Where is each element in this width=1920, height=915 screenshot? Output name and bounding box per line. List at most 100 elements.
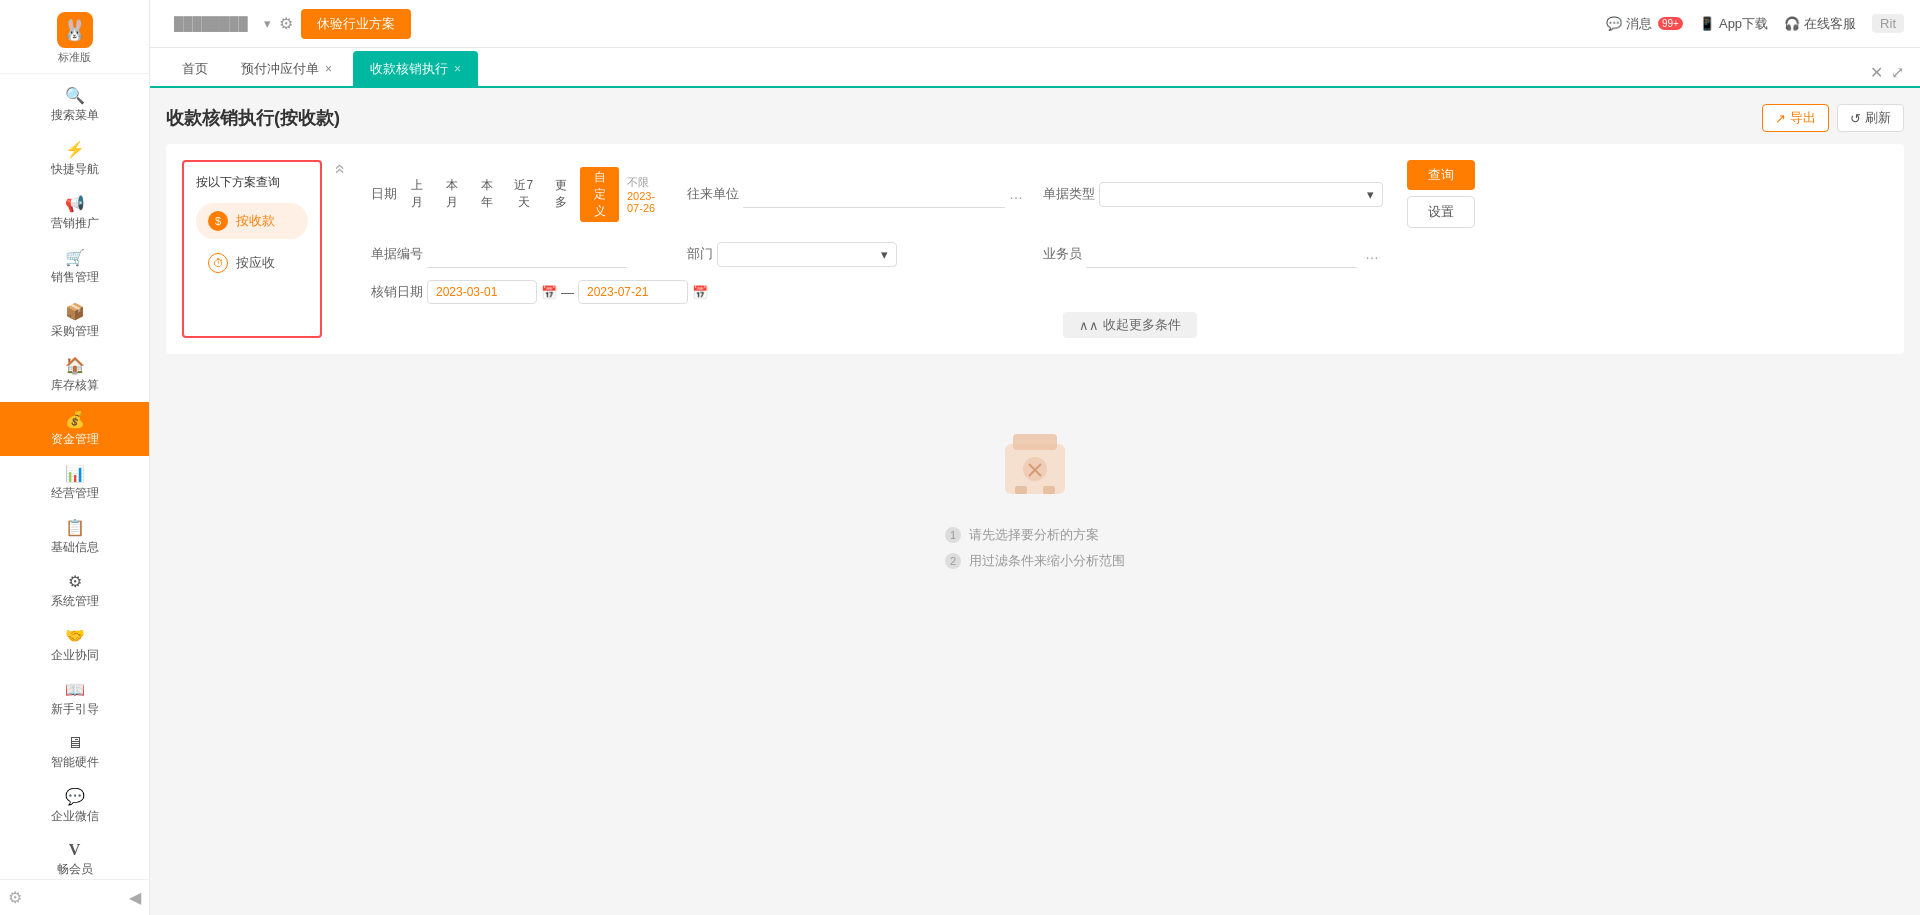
filter-collapse-button[interactable]: « [326,160,355,338]
date-btn-more[interactable]: 更多 [545,167,576,222]
sidebar-item-operations[interactable]: 📊 经营管理 [0,456,149,510]
date-shortcuts: 上月 本月 本年 近7天 更多 自定义 [401,167,619,222]
writeoff-date-label: 核销日期 [371,283,423,301]
empty-tip-2: 2 用过滤条件来缩小分析范围 [945,552,1125,570]
query-buttons: 查询 设置 [1407,160,1475,228]
user-menu[interactable]: Rit [1872,14,1904,33]
sidebar-logo: 🐰 标准版 [0,0,149,74]
tab-prepay-close-icon[interactable]: × [325,62,332,76]
collab-icon: 🤝 [65,626,85,645]
counterpart-input[interactable] [743,180,1005,208]
guide-icon: 📖 [65,680,85,699]
filter-option-by-receivable[interactable]: ⏱ 按应收 [196,245,308,281]
department-select[interactable]: ▾ [717,242,897,267]
sidebar-item-basics[interactable]: 📋 基础信息 [0,510,149,564]
sidebar-item-label: 智能硬件 [51,754,99,771]
sidebar-item-marketing[interactable]: 📢 营销推广 [0,186,149,240]
gear-icon[interactable]: ⚙ [279,14,293,33]
tab-writeoff[interactable]: 收款核销执行 × [353,51,478,86]
tab-home[interactable]: 首页 [166,52,224,86]
collapse-more-icon: ∧∧ [1079,318,1099,333]
sidebar-item-label: 系统管理 [51,593,99,610]
setting-button[interactable]: 设置 [1407,196,1475,228]
tip-text-1: 请先选择要分析的方案 [969,526,1099,544]
sidebar-item-system[interactable]: ⚙ 系统管理 [0,564,149,618]
export-button[interactable]: ↗ 导出 [1762,104,1829,132]
filter-option-by-receipt[interactable]: $ 按收款 [196,203,308,239]
logo-icon: 🐰 [57,12,93,48]
header-right: 💬 消息 99+ 📱 App下载 🎧 在线客服 Rit [1606,14,1904,33]
calendar-to-icon[interactable]: 📅 [692,285,708,300]
message-button[interactable]: 💬 消息 99+ [1606,15,1683,33]
sidebar-item-inventory[interactable]: 🏠 库存核算 [0,348,149,402]
staff-input[interactable] [1086,240,1357,268]
date-label: 日期 [371,185,397,203]
department-label: 部门 [687,245,713,263]
app-download-button[interactable]: 📱 App下载 [1699,15,1768,33]
collapse-more-row: ∧∧ 收起更多条件 [371,312,1888,338]
voucher-type-select[interactable]: ▾ [1099,182,1383,207]
tab-expand-icon[interactable]: ⤢ [1891,63,1904,82]
main-area: ████████ ▾ ⚙ 休验行业方案 💬 消息 99+ 📱 App下载 🎧 在… [150,0,1920,915]
date-btn-last-7days[interactable]: 近7天 [506,167,541,222]
sidebar-item-collab[interactable]: 🤝 企业协同 [0,618,149,672]
sidebar-item-hardware[interactable]: 🖥 智能硬件 [0,726,149,779]
user-name: Rit [1872,14,1904,33]
wechat-icon: 💬 [65,787,85,806]
receivable-icon: ⏱ [208,253,228,273]
empty-tip-1: 1 请先选择要分析的方案 [945,526,1125,544]
collapse-sidebar-icon[interactable]: ◀ [129,888,141,907]
sidebar-item-label: 采购管理 [51,323,99,340]
settings-icon[interactable]: ⚙ [8,888,22,907]
refresh-button[interactable]: ↺ 刷新 [1837,104,1904,132]
message-badge: 99+ [1658,17,1683,30]
tip-num-1: 1 [945,527,961,543]
tab-close-all-icon[interactable]: ✕ [1870,63,1883,82]
sidebar-item-label: 新手引导 [51,701,99,718]
sidebar-item-sales[interactable]: 🛒 销售管理 [0,240,149,294]
quick-nav-icon: ⚡ [65,140,85,159]
app-download-label: App下载 [1719,15,1768,33]
marketing-icon: 📢 [65,194,85,213]
calendar-from-icon[interactable]: 📅 [541,285,557,300]
sidebar-item-guide[interactable]: 📖 新手引导 [0,672,149,726]
sidebar-item-label: 基础信息 [51,539,99,556]
staff-label: 业务员 [1043,245,1082,263]
member-icon: V [69,841,81,859]
tab-writeoff-close-icon[interactable]: × [454,62,461,76]
date-btn-this-year[interactable]: 本年 [471,167,502,222]
option-by-receipt-label: 按收款 [236,212,275,230]
voucher-no-input[interactable] [427,240,627,268]
collapse-more-button[interactable]: ∧∧ 收起更多条件 [1063,312,1197,338]
dropdown-icon[interactable]: ▾ [264,16,271,31]
tab-prepay[interactable]: 预付冲应付单 × [224,51,349,86]
sidebar-item-member[interactable]: V 畅会员 [0,833,149,879]
sidebar-bottom: ⚙ ◀ [0,879,149,915]
sidebar-item-purchase[interactable]: 📦 采购管理 [0,294,149,348]
sidebar-item-wechat[interactable]: 💬 企业微信 [0,779,149,833]
writeoff-date-from-input[interactable] [427,280,537,304]
staff-more-icon[interactable]: … [1361,246,1383,262]
voucher-type-label: 单据类型 [1043,185,1095,203]
staff-field: 业务员 … [1043,240,1383,268]
tab-writeoff-label: 收款核销执行 [370,60,448,78]
industry-solution-button[interactable]: 休验行业方案 [301,9,411,39]
sidebar-item-search[interactable]: 🔍 搜索菜单 [0,78,149,132]
export-icon: ↗ [1775,111,1786,126]
basics-icon: 📋 [65,518,85,537]
sidebar-item-label: 企业微信 [51,808,99,825]
hardware-icon: 🖥 [67,734,83,752]
date-btn-last-month[interactable]: 上月 [401,167,432,222]
counterpart-more-icon[interactable]: … [1005,186,1027,202]
query-button[interactable]: 查询 [1407,160,1475,190]
app-icon: 📱 [1699,16,1715,31]
writeoff-date-to-input[interactable] [578,280,688,304]
date-btn-custom[interactable]: 自定义 [580,167,619,222]
date-no-limit-label: 不限 [627,175,671,190]
date-btn-this-month[interactable]: 本月 [436,167,467,222]
customer-service-button[interactable]: 🎧 在线客服 [1784,15,1856,33]
counterpart-field: 往来单位 … [687,180,1027,208]
chevron-down-icon: ▾ [881,247,888,262]
sidebar-item-quick-nav[interactable]: ⚡ 快捷导航 [0,132,149,186]
sidebar-item-finance[interactable]: 💰 资金管理 [0,402,149,456]
